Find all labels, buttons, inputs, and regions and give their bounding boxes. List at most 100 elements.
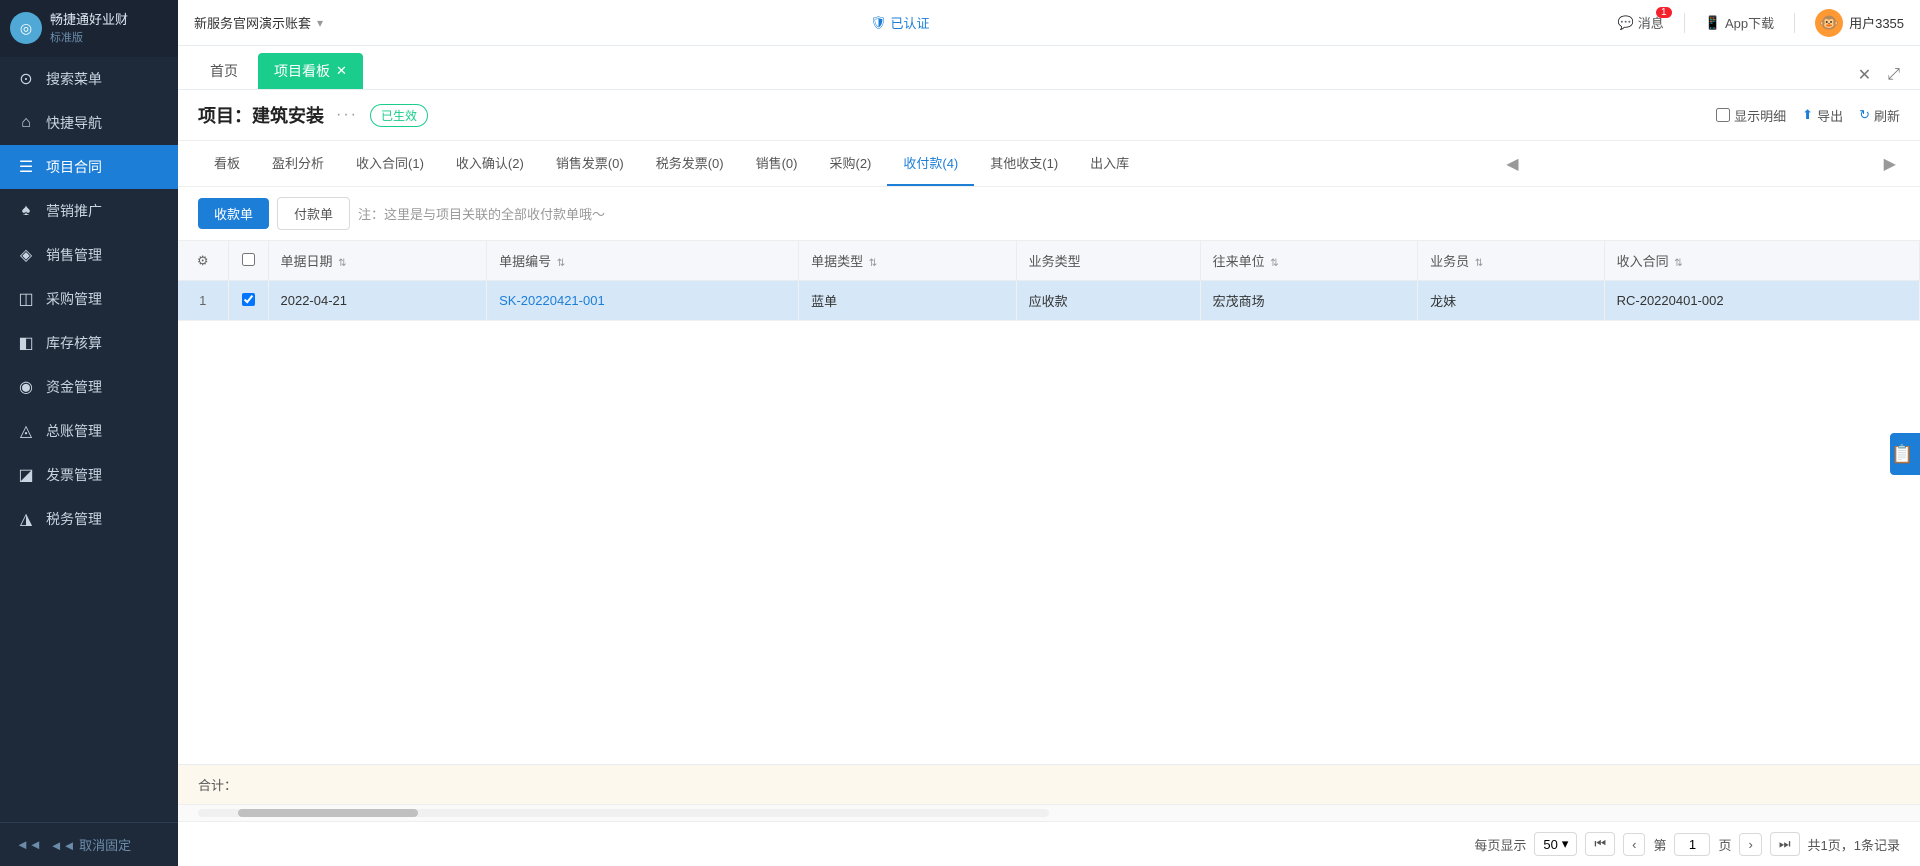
subtab-kanban[interactable]: 看板: [198, 141, 256, 186]
maximize-window-button[interactable]: ⤢: [1883, 62, 1904, 88]
show-detail-checkbox[interactable]: [1716, 108, 1730, 122]
total-label: 合计：: [198, 778, 237, 793]
subtab-other-expense[interactable]: 其他收支(1): [974, 141, 1074, 186]
subtab-receipt-label: 收付款(4): [903, 156, 958, 171]
subtab-income-contract[interactable]: 收入合同(1): [340, 141, 440, 186]
sidebar-item-ledger[interactable]: ◬ 总账管理: [0, 409, 178, 453]
close-window-button[interactable]: ✕: [1854, 61, 1875, 89]
receipt-slip-button[interactable]: 收款单: [198, 198, 269, 229]
project-header: 项目：建筑安装 ··· 已生效 显示明细 ⬆ 导出 ↻ 刷新: [178, 90, 1920, 141]
tax-icon: ◮: [16, 509, 36, 529]
right-float-button[interactable]: 📋: [1890, 433, 1920, 475]
sidebar-item-label: 库存核算: [46, 333, 102, 353]
subtabs: 看板 盈利分析 收入合同(1) 收入确认(2) 销售发票(0) 税务发票(0) …: [178, 141, 1920, 187]
subtab-sales[interactable]: 销售(0): [740, 141, 814, 186]
sidebar-item-marketing[interactable]: ♠ 营销推广: [0, 189, 178, 233]
subtab-sales-invoice[interactable]: 销售发票(0): [540, 141, 640, 186]
app-edition: 标准版: [50, 29, 128, 45]
partner-col-header[interactable]: 往来单位 ⇅: [1200, 241, 1418, 281]
sidebar-unpin-button[interactable]: ◄◄ ◄◄ 取消固定: [0, 822, 178, 866]
table-row[interactable]: 1 2022-04-21 SK-20220421-001 蓝单 应收款 宏茂商场…: [178, 281, 1920, 321]
message-badge: 1: [1656, 7, 1672, 18]
total-row: 合计：: [178, 764, 1920, 804]
app-download-button[interactable]: 📱 App下载: [1705, 13, 1774, 32]
topbar: 新服务官网演示账套 ▾ 🛡 已认证 💬 消息 1 📱 App下载 🐵 用户335…: [178, 0, 1920, 46]
project-name: 建筑安装: [252, 106, 324, 126]
row-date: 2022-04-21: [268, 281, 487, 321]
code-col-header[interactable]: 单据编号 ⇅: [487, 241, 799, 281]
first-page-button[interactable]: ⏮: [1585, 832, 1615, 856]
scroll-thumb[interactable]: [238, 809, 418, 817]
next-page-button[interactable]: ›: [1739, 833, 1761, 856]
sidebar-item-project[interactable]: ☰ 项目合同: [0, 145, 178, 189]
sidebar-item-quick[interactable]: ⌂ 快捷导航: [0, 101, 178, 145]
marketing-icon: ♠: [16, 202, 36, 220]
tab-project-board-label: 项目看板: [274, 61, 330, 81]
subtab-purchase[interactable]: 采购(2): [813, 141, 887, 186]
date-col-header[interactable]: 单据日期 ⇅: [268, 241, 487, 281]
tab-home[interactable]: 首页: [194, 53, 254, 89]
show-detail-toggle[interactable]: 显示明细: [1716, 106, 1786, 125]
income-contract-col-header[interactable]: 收入合同 ⇅: [1604, 241, 1919, 281]
row-checkbox-cell[interactable]: [228, 281, 268, 321]
table-settings-icon[interactable]: ⚙: [197, 253, 209, 268]
purchase-icon: ◫: [16, 289, 36, 309]
sidebar-item-label: 项目合同: [46, 157, 102, 177]
mobile-icon: 📱: [1705, 15, 1721, 31]
topbar-right: 💬 消息 1 📱 App下载 🐵 用户3355: [1618, 9, 1904, 37]
subtab-next-arrow[interactable]: ▶: [1880, 146, 1900, 182]
horizontal-scrollbar[interactable]: [178, 804, 1920, 821]
refresh-button[interactable]: ↻ 刷新: [1859, 106, 1900, 125]
invoice-icon: ◪: [16, 465, 36, 485]
home-icon: ⌂: [16, 114, 36, 132]
refresh-icon: ↻: [1859, 107, 1870, 123]
row-code-link[interactable]: SK-20220421-001: [499, 293, 605, 308]
prev-page-button[interactable]: ‹: [1623, 833, 1645, 856]
app-logo-icon: ◎: [10, 12, 42, 44]
message-button[interactable]: 💬 消息 1: [1618, 13, 1664, 32]
sidebar-item-label: 采购管理: [46, 289, 102, 309]
row-partner: 宏茂商场: [1200, 281, 1418, 321]
subtab-profit[interactable]: 盈利分析: [256, 141, 340, 186]
sidebar-item-search[interactable]: ⊙ 搜索菜单: [0, 57, 178, 101]
settings-col-header[interactable]: ⚙: [178, 241, 228, 281]
current-page-input[interactable]: [1674, 833, 1710, 856]
subtab-prev-arrow[interactable]: ◀: [1502, 146, 1522, 182]
staff-col-label: 业务员: [1430, 254, 1469, 269]
checkbox-col-header: [228, 241, 268, 281]
partner-sort-icon: ⇅: [1270, 258, 1278, 269]
subtab-tax-invoice[interactable]: 税务发票(0): [640, 141, 740, 186]
export-button[interactable]: ⬆ 导出: [1802, 106, 1843, 125]
account-selector[interactable]: 新服务官网演示账套 ▾: [194, 13, 858, 32]
account-name: 新服务官网演示账套: [194, 13, 311, 32]
sidebar-nav: ⊙ 搜索菜单 ⌂ 快捷导航 ☰ 项目合同 ♠ 营销推广 ◈ 销售管理 ◫ 采购管…: [0, 57, 178, 822]
sidebar-item-invoice[interactable]: ◪ 发票管理: [0, 453, 178, 497]
sidebar-item-fund[interactable]: ◉ 资金管理: [0, 365, 178, 409]
type-col-header[interactable]: 单据类型 ⇅: [799, 241, 1017, 281]
tab-project-board[interactable]: 项目看板 ✕: [258, 53, 363, 89]
avatar: 🐵: [1815, 9, 1843, 37]
subtab-inout[interactable]: 出入库: [1074, 141, 1145, 186]
subtab-other-expense-label: 其他收支(1): [990, 156, 1058, 171]
staff-col-header[interactable]: 业务员 ⇅: [1418, 241, 1604, 281]
subtab-receipt[interactable]: 收付款(4): [887, 141, 974, 186]
tab-close-icon[interactable]: ✕: [336, 63, 347, 79]
certified-badge: 🛡 已认证: [870, 13, 930, 32]
table-container: ⚙ 单据日期 ⇅ 单据编号 ⇅: [178, 241, 1920, 764]
row-checkbox[interactable]: [242, 293, 255, 306]
sidebar-item-label: 总账管理: [46, 421, 102, 441]
more-actions-button[interactable]: ···: [336, 106, 358, 124]
user-menu[interactable]: 🐵 用户3355: [1815, 9, 1904, 37]
ledger-icon: ◬: [16, 421, 36, 441]
last-page-button[interactable]: ⏭: [1770, 832, 1800, 856]
sidebar-item-purchase[interactable]: ◫ 采购管理: [0, 277, 178, 321]
subtab-income-confirm[interactable]: 收入确认(2): [440, 141, 540, 186]
sidebar-item-tax[interactable]: ◮ 税务管理: [0, 497, 178, 541]
income-contract-col-label: 收入合同: [1617, 254, 1669, 269]
select-all-checkbox[interactable]: [242, 253, 255, 266]
per-page-select[interactable]: 50 ▾: [1534, 832, 1577, 856]
sidebar-item-stock[interactable]: ◧ 库存核算: [0, 321, 178, 365]
sidebar-item-sales[interactable]: ◈ 销售管理: [0, 233, 178, 277]
stock-icon: ◧: [16, 333, 36, 353]
payment-slip-button[interactable]: 付款单: [277, 197, 350, 230]
